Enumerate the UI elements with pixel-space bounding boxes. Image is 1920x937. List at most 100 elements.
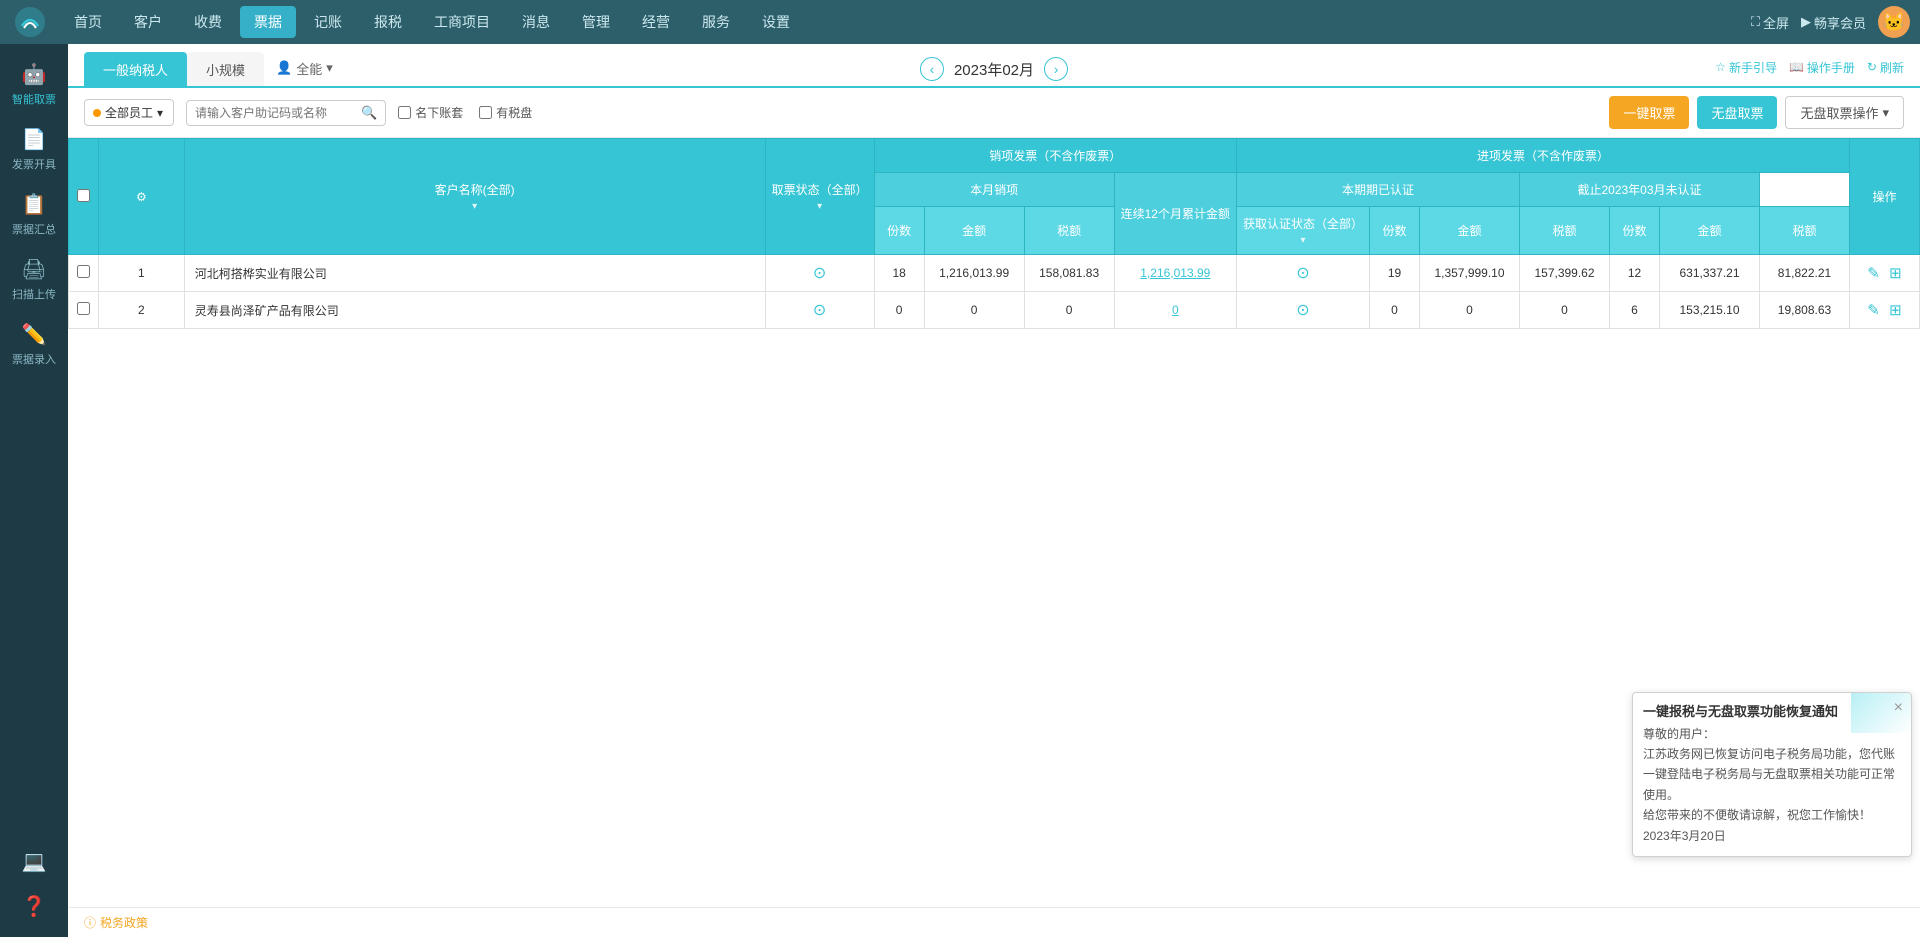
notif-date: 2023年3月20日 xyxy=(1643,826,1901,846)
nav-message[interactable]: 消息 xyxy=(508,6,564,38)
row-customer-name: 河北柯搭桦实业有限公司 xyxy=(184,255,765,292)
nav-manage[interactable]: 管理 xyxy=(568,6,624,38)
member-btn[interactable]: ▶ 畅享会员 xyxy=(1801,13,1866,32)
smart-ticket-icon: 🤖 xyxy=(22,62,47,87)
tab-right-actions: ☆ 新手引导 📖 操作手册 ↻ 刷新 xyxy=(1715,59,1904,80)
search-input[interactable] xyxy=(195,106,355,120)
sidebar-item-scan[interactable]: 🖨 扫描上传 xyxy=(4,249,64,310)
sidebar: 🤖 智能取票 📄 发票开具 📋 票据汇总 🖨 扫描上传 ✏️ 票据录入 💻 ❓ xyxy=(0,44,68,937)
th-amount2: 金额 xyxy=(1420,207,1520,255)
sidebar-item-smart-ticket[interactable]: 🤖 智能取票 xyxy=(4,54,64,115)
tab-bar: 一般纳税人 小规模 👤 全能 ▾ ‹ 2023年02月 › ☆ 新手引导 xyxy=(68,44,1920,88)
sidebar-item-invoice[interactable]: 📄 发票开具 xyxy=(4,119,64,180)
th-monthly-sales: 本月销项 xyxy=(874,173,1114,207)
next-period-btn[interactable]: › xyxy=(1044,57,1068,81)
ticket-check-icon: ⊙ xyxy=(813,302,826,319)
th-ticket-status: 取票状态（全部） ▾ xyxy=(765,139,874,255)
th-settings: ⚙ xyxy=(99,139,185,255)
status-filter-icon[interactable]: ▾ xyxy=(817,201,822,212)
table-body: 1 河北柯搭桦实业有限公司 ⊙ 18 1,216,013.99 158,081.… xyxy=(69,255,1920,329)
copy-icon[interactable]: ⊞ xyxy=(1889,265,1902,282)
scan-icon: 🖨 xyxy=(21,257,46,282)
nav-settings[interactable]: 设置 xyxy=(748,6,804,38)
employee-select[interactable]: 全部员工 ▾ xyxy=(84,99,174,126)
row-tax2: 0 xyxy=(1520,292,1610,329)
nav-customer[interactable]: 客户 xyxy=(120,6,176,38)
th-share1: 份数 xyxy=(874,207,924,255)
logo xyxy=(10,2,50,42)
nav-tax[interactable]: 报税 xyxy=(360,6,416,38)
row-share1: 18 xyxy=(874,255,924,292)
row-tax1: 0 xyxy=(1024,292,1114,329)
computer-icon: 💻 xyxy=(22,849,47,874)
notif-content: 江苏政务网已恢复访问电子税务局功能，您代账一键登陆电子税务局与无盘取票相关功能可… xyxy=(1643,744,1901,805)
row-num: 1 xyxy=(99,255,185,292)
sidebar-item-entry[interactable]: ✏️ 票据录入 xyxy=(4,314,64,375)
one-click-ticket-btn[interactable]: 一键取票 xyxy=(1609,96,1689,129)
sidebar-item-summary[interactable]: 📋 票据汇总 xyxy=(4,184,64,245)
nav-home[interactable]: 首页 xyxy=(60,6,116,38)
th-tax2: 税额 xyxy=(1520,207,1610,255)
search-icon[interactable]: 🔍 xyxy=(361,105,377,121)
no-disk-ticket-btn[interactable]: 无盘取票 xyxy=(1697,96,1777,129)
tab-general-taxpayer[interactable]: 一般纳税人 xyxy=(84,52,187,86)
nav-service[interactable]: 服务 xyxy=(688,6,744,38)
tax-policy-link[interactable]: ⓘ 税务政策 xyxy=(84,914,148,931)
row-share3: 12 xyxy=(1610,255,1660,292)
checkbox-group: 名下账套 有税盘 xyxy=(398,104,532,121)
user-avatar[interactable]: 🐱 xyxy=(1878,6,1910,38)
fullscreen-btn[interactable]: ⛶ 全屏 xyxy=(1751,13,1789,32)
row-amount3: 631,337.21 xyxy=(1660,255,1760,292)
row-tax2: 157,399.62 xyxy=(1520,255,1610,292)
top-right-actions: ⛶ 全屏 ▶ 畅享会员 🐱 xyxy=(1751,6,1910,38)
nav-account[interactable]: 记账 xyxy=(300,6,356,38)
top-navigation: 首页 客户 收费 票据 记账 报税 工商项目 消息 管理 经营 服务 设置 ⛶ … xyxy=(0,0,1920,44)
notif-header: 一键报税与无盘取票功能恢复通知 × xyxy=(1633,693,1911,724)
tab-small-scale[interactable]: 小规模 xyxy=(187,52,264,86)
nav-ticket[interactable]: 票据 xyxy=(240,6,296,38)
ticket-check-icon: ⊙ xyxy=(813,265,826,282)
filter-bar: 全部员工 ▾ 🔍 名下账套 有税盘 一键取票 无盘取票 xyxy=(68,88,1920,138)
no-disk-ticket-op-btn[interactable]: 无盘取票操作 ▾ xyxy=(1785,96,1904,129)
nav-business[interactable]: 工商项目 xyxy=(420,6,504,38)
refresh-icon: ↻ xyxy=(1867,60,1877,74)
edit-icon[interactable]: ✎ xyxy=(1867,265,1880,282)
row-share1: 0 xyxy=(874,292,924,329)
checkbox-tax-disk[interactable]: 有税盘 xyxy=(479,104,532,121)
cert-check-icon: ⊙ xyxy=(1296,302,1309,319)
prev-period-btn[interactable]: ‹ xyxy=(920,57,944,81)
edit-icon[interactable]: ✎ xyxy=(1867,302,1880,319)
customer-filter-icon[interactable]: ▾ xyxy=(472,201,477,212)
chevron-down-icon: ▾ xyxy=(326,60,333,76)
tab-all[interactable]: 👤 全能 ▾ xyxy=(264,55,345,82)
amount12-link[interactable]: 0 xyxy=(1172,303,1179,317)
row-amount3: 153,215.10 xyxy=(1660,292,1760,329)
nav-operate[interactable]: 经营 xyxy=(628,6,684,38)
manual-btn[interactable]: 📖 操作手册 xyxy=(1789,59,1855,76)
th-customer-name: 客户名称(全部) ▾ xyxy=(184,139,765,255)
select-all-checkbox[interactable] xyxy=(77,189,90,202)
settings-icon[interactable]: ⚙ xyxy=(136,190,147,204)
th-uncertified: 截止2023年03月未认证 xyxy=(1520,173,1760,207)
sidebar-item-help[interactable]: ❓ xyxy=(4,886,64,927)
table-header-row1: ⚙ 客户名称(全部) ▾ 取票状态（全部） ▾ 销项发票（不含作废票） 进项发票… xyxy=(69,139,1920,173)
cert-status-filter-icon[interactable]: ▾ xyxy=(1300,235,1305,246)
row-ticket-status: ⊙ xyxy=(765,255,874,292)
row-amount2: 1,357,999.10 xyxy=(1420,255,1520,292)
checkbox-sub-account[interactable]: 名下账套 xyxy=(398,104,463,121)
row-12month: 0 xyxy=(1114,292,1236,329)
guide-btn[interactable]: ☆ 新手引导 xyxy=(1715,59,1777,76)
amount12-link[interactable]: 1,216,013.99 xyxy=(1140,266,1210,280)
row-checkbox[interactable] xyxy=(77,302,90,315)
th-amount1: 金额 xyxy=(924,207,1024,255)
refresh-btn[interactable]: ↻ 刷新 xyxy=(1867,59,1904,76)
copy-icon[interactable]: ⊞ xyxy=(1889,302,1902,319)
nav-fee[interactable]: 收费 xyxy=(180,6,236,38)
sidebar-item-computer[interactable]: 💻 xyxy=(4,841,64,882)
notif-close-btn[interactable]: × xyxy=(1894,699,1903,717)
row-num: 2 xyxy=(99,292,185,329)
th-12month: 连续12个月累计金额 xyxy=(1114,173,1236,255)
row-checkbox[interactable] xyxy=(77,265,90,278)
notif-apology: 给您带来的不便敬请谅解，祝您工作愉快！ xyxy=(1643,805,1901,825)
invoice-icon: 📄 xyxy=(22,127,47,152)
